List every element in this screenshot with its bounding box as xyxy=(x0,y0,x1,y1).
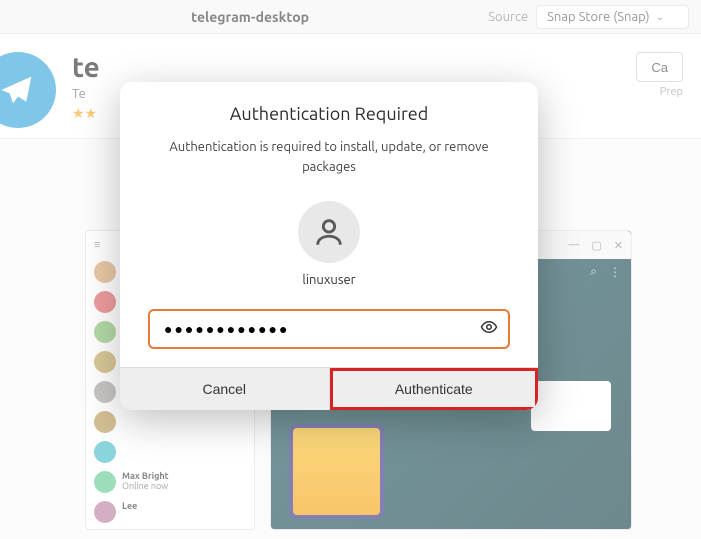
avatar xyxy=(94,501,116,523)
chat-text: Lee xyxy=(122,502,137,522)
source-value: Snap Store (Snap) xyxy=(547,10,649,24)
install-area: Ca Prep xyxy=(636,52,683,98)
chat-text xyxy=(122,412,124,432)
close-icon: ✕ xyxy=(614,239,623,252)
telegram-icon xyxy=(0,70,38,110)
avatar xyxy=(94,471,116,493)
list-item: Lee xyxy=(94,497,246,527)
more-icon: ⋮ xyxy=(609,265,621,279)
avatar xyxy=(94,261,116,283)
install-status: Prep xyxy=(636,86,683,98)
avatar xyxy=(94,351,116,373)
install-button[interactable]: Ca xyxy=(636,52,683,82)
search-icon: ⌕ xyxy=(590,265,597,279)
avatar xyxy=(94,441,116,463)
username-label: linuxuser xyxy=(148,273,510,287)
app-name: te xyxy=(72,52,620,83)
app-icon xyxy=(0,52,56,128)
dialog-actions: Cancel Authenticate xyxy=(120,367,538,410)
user-icon xyxy=(312,215,346,249)
eye-icon xyxy=(480,318,498,336)
authenticate-button[interactable]: Authenticate xyxy=(330,368,539,410)
avatar xyxy=(94,381,116,403)
password-input[interactable] xyxy=(148,309,510,349)
chat-text: Max BrightOnline now xyxy=(122,472,169,492)
dialog-message: Authentication is required to install, u… xyxy=(148,138,510,177)
minimize-icon: — xyxy=(568,239,579,251)
dialog-title: Authentication Required xyxy=(148,104,510,124)
list-item xyxy=(94,407,246,437)
maximize-icon: ▢ xyxy=(591,239,601,252)
user-avatar xyxy=(298,201,360,263)
source-label: Source xyxy=(488,10,528,24)
chat-text xyxy=(122,442,124,462)
avatar xyxy=(94,291,116,313)
page-title: telegram-desktop xyxy=(12,9,488,25)
chevron-down-icon: ⌄ xyxy=(656,11,664,23)
list-item xyxy=(94,437,246,467)
visibility-toggle-icon[interactable] xyxy=(480,318,498,340)
avatar xyxy=(94,321,116,343)
message-card xyxy=(531,381,611,431)
auth-dialog: Authentication Required Authentication i… xyxy=(120,82,538,410)
avatar xyxy=(94,411,116,433)
header-bar: telegram-desktop Source Snap Store (Snap… xyxy=(0,0,701,34)
source-dropdown[interactable]: Snap Store (Snap) ⌄ xyxy=(536,5,689,29)
list-item: Max BrightOnline now xyxy=(94,467,246,497)
cancel-button[interactable]: Cancel xyxy=(120,368,330,410)
menu-icon: ≡ xyxy=(94,239,100,251)
sticker-image xyxy=(289,424,384,519)
